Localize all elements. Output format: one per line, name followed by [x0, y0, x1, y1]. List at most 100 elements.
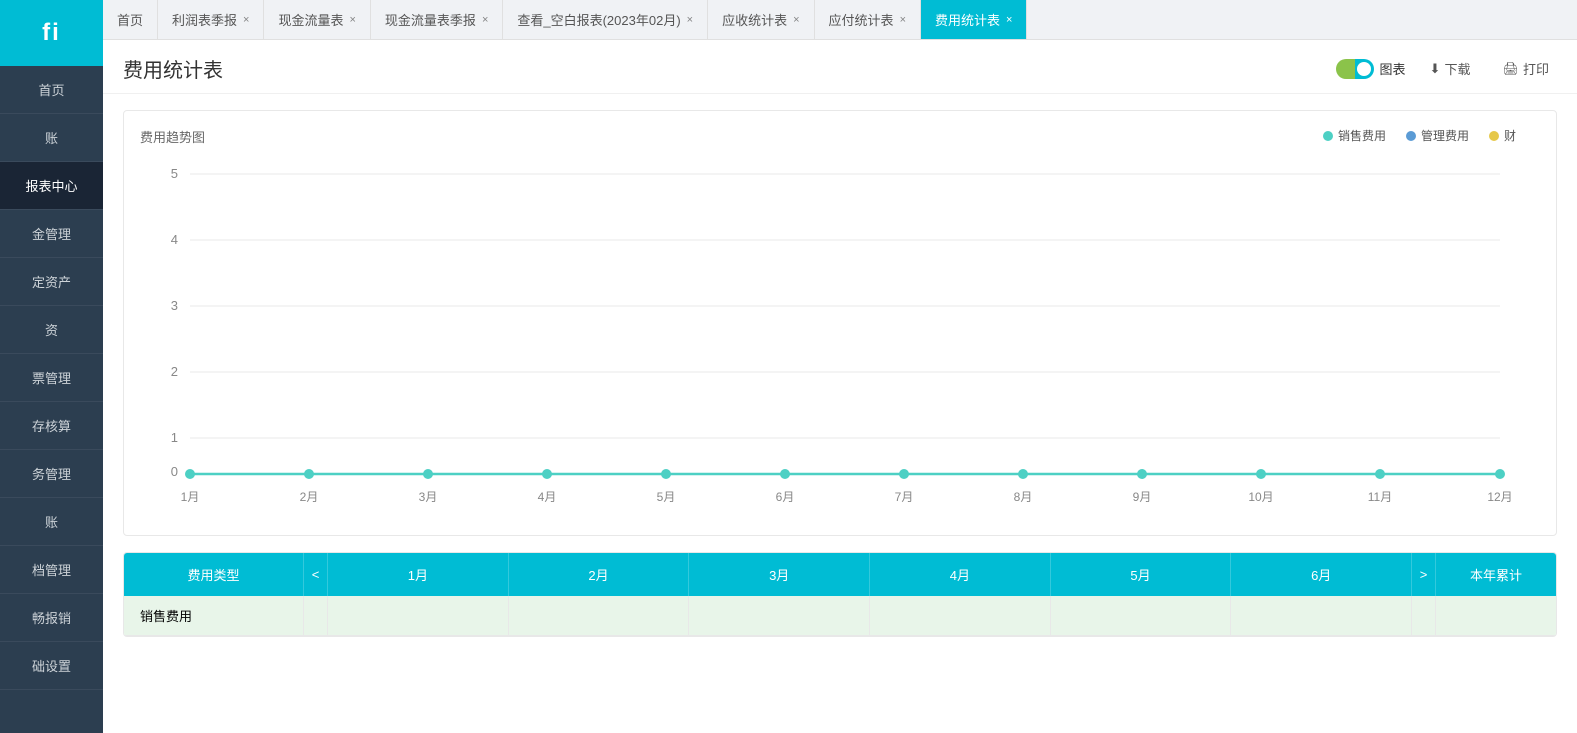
- td-month-1-sales: [328, 596, 509, 635]
- tabs-bar: 首页 利润表季报 × 现金流量表 × 现金流量表季报 × 查看_空白报表(202…: [103, 0, 1577, 40]
- chart-toggle-label: 图表: [1380, 59, 1406, 78]
- legend-dot-finance: [1489, 131, 1499, 141]
- sidebar-item-finance[interactable]: 金管理: [0, 210, 103, 258]
- sidebar-item-archive[interactable]: 档管理: [0, 546, 103, 594]
- chart-toggle[interactable]: [1336, 59, 1374, 79]
- datapoint-aug: [1018, 469, 1028, 479]
- sidebar: fi 首页 账 报表中心 金管理 定资产 资 票管理 存核算 务管理 账 档管理…: [0, 0, 103, 733]
- tab-payable[interactable]: 应付统计表 ×: [815, 0, 921, 40]
- svg-text:5月: 5月: [657, 490, 676, 504]
- legend-dot-sales: [1323, 131, 1333, 141]
- svg-text:0: 0: [171, 464, 178, 479]
- legend-label-sales: 销售费用: [1338, 127, 1386, 144]
- sidebar-logo: fi: [0, 0, 103, 66]
- page-header: 费用统计表 图表 ⬇ 下载 🖨 打印: [103, 40, 1577, 94]
- main-area: 首页 利润表季报 × 现金流量表 × 现金流量表季报 × 查看_空白报表(202…: [103, 0, 1577, 733]
- table-row: 销售费用: [124, 596, 1556, 636]
- th-month-4: 4月: [870, 553, 1051, 596]
- th-type: 费用类型: [124, 553, 304, 596]
- svg-text:3月: 3月: [419, 490, 438, 504]
- legend-finance-expense: 财: [1489, 127, 1516, 144]
- th-month-2: 2月: [509, 553, 690, 596]
- tab-close-cashflow-quarterly[interactable]: ×: [482, 14, 488, 26]
- sidebar-item-ticket[interactable]: 票管理: [0, 354, 103, 402]
- svg-text:2: 2: [171, 364, 178, 379]
- sidebar-item-expense[interactable]: 畅报销: [0, 594, 103, 642]
- legend-sales-expense: 销售费用: [1323, 127, 1386, 144]
- svg-text:6月: 6月: [776, 490, 795, 504]
- legend-dot-admin: [1406, 131, 1416, 141]
- expense-table: 费用类型 < 1月 2月 3月 4月 5月 6月 > 本年累计 销售费用: [123, 552, 1557, 637]
- svg-text:12月: 12月: [1487, 490, 1512, 504]
- datapoint-apr: [542, 469, 552, 479]
- table-body: 销售费用: [124, 596, 1556, 636]
- td-nav-spacer: [304, 596, 328, 635]
- table-header-row: 费用类型 < 1月 2月 3月 4月 5月 6月 > 本年累计: [124, 553, 1556, 596]
- th-nav-right[interactable]: >: [1412, 553, 1436, 596]
- print-icon: 🖨: [1502, 61, 1519, 77]
- download-button[interactable]: ⬇ 下载: [1422, 55, 1479, 82]
- tab-cashflow[interactable]: 现金流量表 ×: [264, 0, 370, 40]
- tab-close-receivable[interactable]: ×: [793, 14, 799, 26]
- td-nav-spacer-right: [1412, 596, 1436, 635]
- svg-text:11月: 11月: [1368, 490, 1392, 504]
- svg-text:8月: 8月: [1014, 490, 1033, 504]
- legend-admin-expense: 管理费用: [1406, 127, 1469, 144]
- svg-text:7月: 7月: [895, 490, 914, 504]
- svg-text:4月: 4月: [538, 490, 557, 504]
- datapoint-mar: [423, 469, 433, 479]
- sidebar-item-account[interactable]: 账: [0, 114, 103, 162]
- legend-label-finance: 财: [1504, 127, 1516, 144]
- sidebar-item-assets[interactable]: 定资产: [0, 258, 103, 306]
- svg-text:2月: 2月: [300, 490, 319, 504]
- sidebar-item-home[interactable]: 首页: [0, 66, 103, 114]
- header-actions: 图表 ⬇ 下载 🖨 打印: [1336, 55, 1557, 82]
- chart-toggle-wrap[interactable]: 图表: [1336, 59, 1406, 79]
- tab-receivable[interactable]: 应收统计表 ×: [708, 0, 814, 40]
- datapoint-jan: [185, 469, 195, 479]
- chart-section: 费用趋势图 销售费用 管理费用 财: [123, 110, 1557, 536]
- tab-blank-report[interactable]: 查看_空白报表(2023年02月) ×: [503, 0, 708, 40]
- tab-expense-stats[interactable]: 费用统计表 ×: [921, 0, 1027, 40]
- td-month-2-sales: [509, 596, 690, 635]
- sidebar-item-settings[interactable]: 础设置: [0, 642, 103, 690]
- sidebar-item-reports[interactable]: 报表中心: [0, 162, 103, 210]
- th-month-3: 3月: [689, 553, 870, 596]
- td-month-5-sales: [1051, 596, 1232, 635]
- th-month-5: 5月: [1051, 553, 1232, 596]
- tab-cashflow-quarterly[interactable]: 现金流量表季报 ×: [371, 0, 503, 40]
- th-nav-left[interactable]: <: [304, 553, 328, 596]
- content-area: 费用统计表 图表 ⬇ 下载 🖨 打印 费用趋势图: [103, 40, 1577, 733]
- sidebar-item-resource[interactable]: 资: [0, 306, 103, 354]
- chart-svg-wrap: 5 4 3 2 1 0: [140, 156, 1540, 519]
- chart-legend: 销售费用 管理费用 财: [1323, 127, 1516, 144]
- td-type-sales: 销售费用: [124, 596, 304, 635]
- tab-close-expense-stats[interactable]: ×: [1006, 14, 1012, 26]
- svg-text:3: 3: [171, 298, 178, 313]
- datapoint-oct: [1256, 469, 1266, 479]
- td-total-sales: [1436, 596, 1556, 635]
- td-month-3-sales: [689, 596, 870, 635]
- sidebar-item-ledger[interactable]: 账: [0, 498, 103, 546]
- th-total: 本年累计: [1436, 553, 1556, 596]
- svg-text:9月: 9月: [1133, 490, 1152, 504]
- datapoint-jun: [780, 469, 790, 479]
- sidebar-item-service[interactable]: 务管理: [0, 450, 103, 498]
- tab-close-blank-report[interactable]: ×: [687, 14, 693, 26]
- td-month-4-sales: [870, 596, 1051, 635]
- svg-text:10月: 10月: [1248, 490, 1273, 504]
- datapoint-jul: [899, 469, 909, 479]
- tab-home[interactable]: 首页: [103, 0, 158, 40]
- svg-text:5: 5: [171, 166, 178, 181]
- download-icon: ⬇: [1430, 61, 1441, 77]
- print-button[interactable]: 🖨 打印: [1494, 55, 1557, 82]
- legend-label-admin: 管理费用: [1421, 127, 1469, 144]
- tab-profit-quarterly[interactable]: 利润表季报 ×: [158, 0, 264, 40]
- page-title: 费用统计表: [123, 54, 223, 83]
- tab-close-cashflow[interactable]: ×: [349, 14, 355, 26]
- tab-close-profit-quarterly[interactable]: ×: [243, 14, 249, 26]
- sidebar-item-inventory[interactable]: 存核算: [0, 402, 103, 450]
- datapoint-nov: [1375, 469, 1385, 479]
- svg-text:1: 1: [171, 430, 178, 445]
- tab-close-payable[interactable]: ×: [900, 14, 906, 26]
